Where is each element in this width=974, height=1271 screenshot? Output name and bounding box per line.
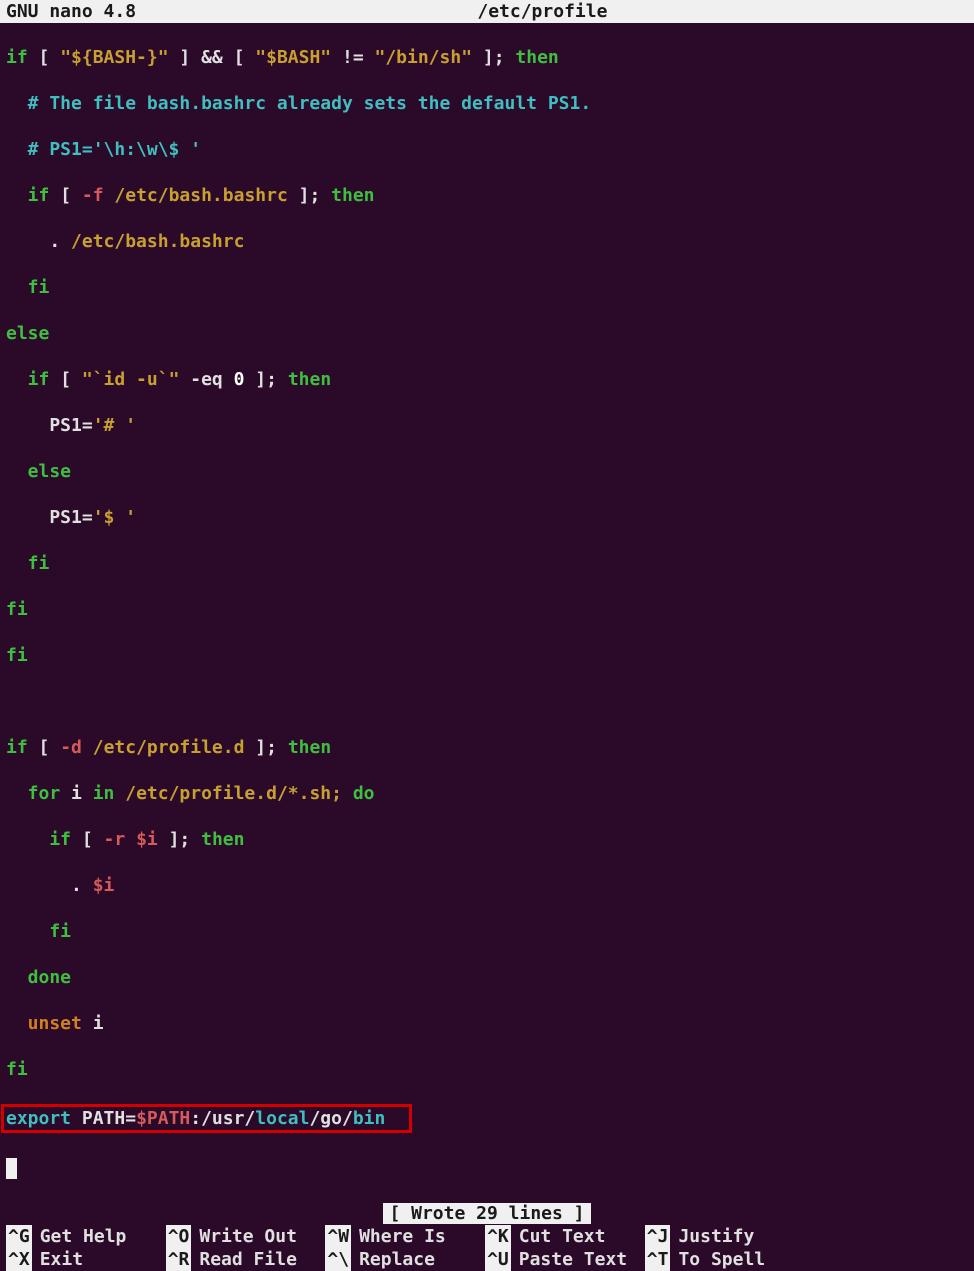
statusline: [ Wrote 29 lines ] bbox=[0, 1202, 974, 1225]
code-line: if [ -r $i ]; then bbox=[6, 828, 968, 851]
shortcut-key: ^W bbox=[325, 1225, 351, 1248]
shortcut-key: ^\ bbox=[325, 1248, 351, 1271]
shortcut-key: ^U bbox=[485, 1248, 511, 1271]
shortcut-label: Get Help bbox=[40, 1225, 127, 1248]
shortcut-exit[interactable]: ^X Exit bbox=[6, 1248, 166, 1271]
code-line: fi bbox=[6, 276, 968, 299]
filename: /etc/profile bbox=[477, 0, 607, 23]
shortcut-cut-text[interactable]: ^K Cut Text bbox=[485, 1225, 645, 1248]
code-line: . $i bbox=[6, 874, 968, 897]
shortcut-where-is[interactable]: ^W Where Is bbox=[325, 1225, 485, 1248]
code-line: if [ -d /etc/profile.d ]; then bbox=[6, 736, 968, 759]
shortcut-label: Paste Text bbox=[519, 1248, 627, 1271]
code-line: fi bbox=[6, 644, 968, 667]
code-line: fi bbox=[6, 598, 968, 621]
code-line: fi bbox=[6, 552, 968, 575]
shortcut-key: ^J bbox=[645, 1225, 671, 1248]
shortcut-replace[interactable]: ^\ Replace bbox=[325, 1248, 485, 1271]
shortcut-justify[interactable]: ^J Justify bbox=[645, 1225, 805, 1248]
shortcut-key: ^O bbox=[166, 1225, 192, 1248]
code-line: done bbox=[6, 966, 968, 989]
code-line: fi bbox=[6, 1058, 968, 1081]
code-line: else bbox=[6, 460, 968, 483]
app-name: GNU nano 4.8 bbox=[6, 0, 477, 23]
shortcut-get-help[interactable]: ^G Get Help bbox=[6, 1225, 166, 1248]
cursor-icon bbox=[6, 1158, 17, 1179]
code-line: . /etc/bash.bashrc bbox=[6, 230, 968, 253]
status-message: [ Wrote 29 lines ] bbox=[383, 1203, 590, 1224]
shortcut-label: Justify bbox=[678, 1225, 754, 1248]
shortcut-key: ^X bbox=[6, 1248, 32, 1271]
shortcut-to-spell[interactable]: ^T To Spell bbox=[645, 1248, 805, 1271]
shortcut-label: Cut Text bbox=[519, 1225, 606, 1248]
code-line: for i in /etc/profile.d/*.sh; do bbox=[6, 782, 968, 805]
code-line: if [ "${BASH-}" ] && [ "$BASH" != "/bin/… bbox=[6, 46, 968, 69]
code-line-highlight: export PATH=$PATH:/usr/local/go/bin bbox=[6, 1104, 968, 1133]
shortcut-read-file[interactable]: ^R Read File bbox=[166, 1248, 326, 1271]
shortcut-key: ^G bbox=[6, 1225, 32, 1248]
editor-area[interactable]: if [ "${BASH-}" ] && [ "$BASH" != "/bin/… bbox=[0, 23, 974, 1202]
code-line: if [ -f /etc/bash.bashrc ]; then bbox=[6, 184, 968, 207]
code-line: # The file bash.bashrc already sets the … bbox=[6, 92, 968, 115]
shortcut-write-out[interactable]: ^O Write Out bbox=[166, 1225, 326, 1248]
shortcut-bar: ^G Get Help ^O Write Out ^W Where Is ^K Cut … bbox=[0, 1225, 974, 1271]
cursor-line bbox=[6, 1156, 968, 1179]
titlebar: GNU nano 4.8 /etc/profile bbox=[0, 0, 974, 23]
code-line: if [ "`id -u`" -eq 0 ]; then bbox=[6, 368, 968, 391]
code-line: else bbox=[6, 322, 968, 345]
shortcut-row: ^X Exit ^R Read File ^\ Replace ^U Paste Tex… bbox=[6, 1248, 968, 1271]
shortcut-label: Exit bbox=[40, 1248, 83, 1271]
shortcut-label: To Spell bbox=[678, 1248, 765, 1271]
shortcut-paste-text[interactable]: ^U Paste Text bbox=[485, 1248, 645, 1271]
code-line: PS1='# ' bbox=[6, 414, 968, 437]
code-line: unset i bbox=[6, 1012, 968, 1035]
shortcut-key: ^T bbox=[645, 1248, 671, 1271]
shortcut-key: ^R bbox=[166, 1248, 192, 1271]
shortcut-label: Write Out bbox=[199, 1225, 297, 1248]
code-line: # PS1='\h:\w\$ ' bbox=[6, 138, 968, 161]
code-line: fi bbox=[6, 920, 968, 943]
code-line: PS1='$ ' bbox=[6, 506, 968, 529]
shortcut-label: Where Is bbox=[359, 1225, 446, 1248]
shortcut-row: ^G Get Help ^O Write Out ^W Where Is ^K Cut … bbox=[6, 1225, 968, 1248]
shortcut-label: Read File bbox=[199, 1248, 297, 1271]
shortcut-label: Replace bbox=[359, 1248, 435, 1271]
shortcut-key: ^K bbox=[485, 1225, 511, 1248]
